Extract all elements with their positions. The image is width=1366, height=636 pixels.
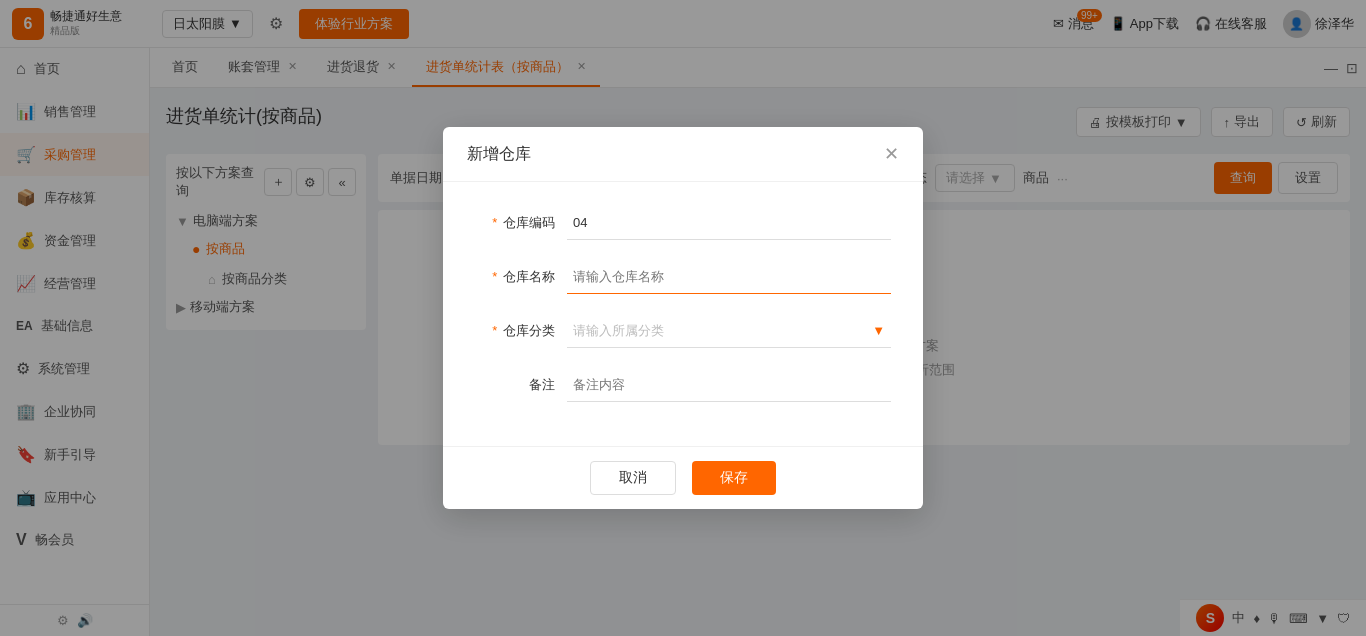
remark-input[interactable] — [567, 368, 891, 402]
modal-new-warehouse: 新增仓库 ✕ * 仓库编码 * 仓库名称 — [443, 127, 923, 509]
category-label: * 仓库分类 — [475, 322, 555, 340]
required-mark-name: * — [492, 269, 497, 284]
code-input[interactable] — [567, 206, 891, 240]
name-label: * 仓库名称 — [475, 268, 555, 286]
form-row-remark: 备注 — [475, 368, 891, 402]
category-placeholder: 请输入所属分类 — [573, 322, 664, 340]
save-button[interactable]: 保存 — [692, 461, 776, 495]
category-dropdown-icon: ▼ — [872, 323, 885, 338]
code-label: * 仓库编码 — [475, 214, 555, 232]
modal-body: * 仓库编码 * 仓库名称 * 仓库分类 请输入所属 — [443, 182, 923, 446]
name-input[interactable] — [567, 260, 891, 294]
required-mark: * — [492, 215, 497, 230]
remark-label: 备注 — [475, 376, 555, 394]
category-select[interactable]: 请输入所属分类 ▼ — [567, 314, 891, 348]
modal-footer: 取消 保存 — [443, 446, 923, 509]
modal-overlay[interactable]: 新增仓库 ✕ * 仓库编码 * 仓库名称 — [0, 0, 1366, 636]
modal-title: 新增仓库 — [467, 144, 531, 165]
required-mark-category: * — [492, 323, 497, 338]
modal-header: 新增仓库 ✕ — [443, 127, 923, 182]
cancel-button[interactable]: 取消 — [590, 461, 676, 495]
modal-close-btn[interactable]: ✕ — [884, 143, 899, 165]
form-row-name: * 仓库名称 — [475, 260, 891, 294]
form-row-code: * 仓库编码 — [475, 206, 891, 240]
form-row-category: * 仓库分类 请输入所属分类 ▼ — [475, 314, 891, 348]
